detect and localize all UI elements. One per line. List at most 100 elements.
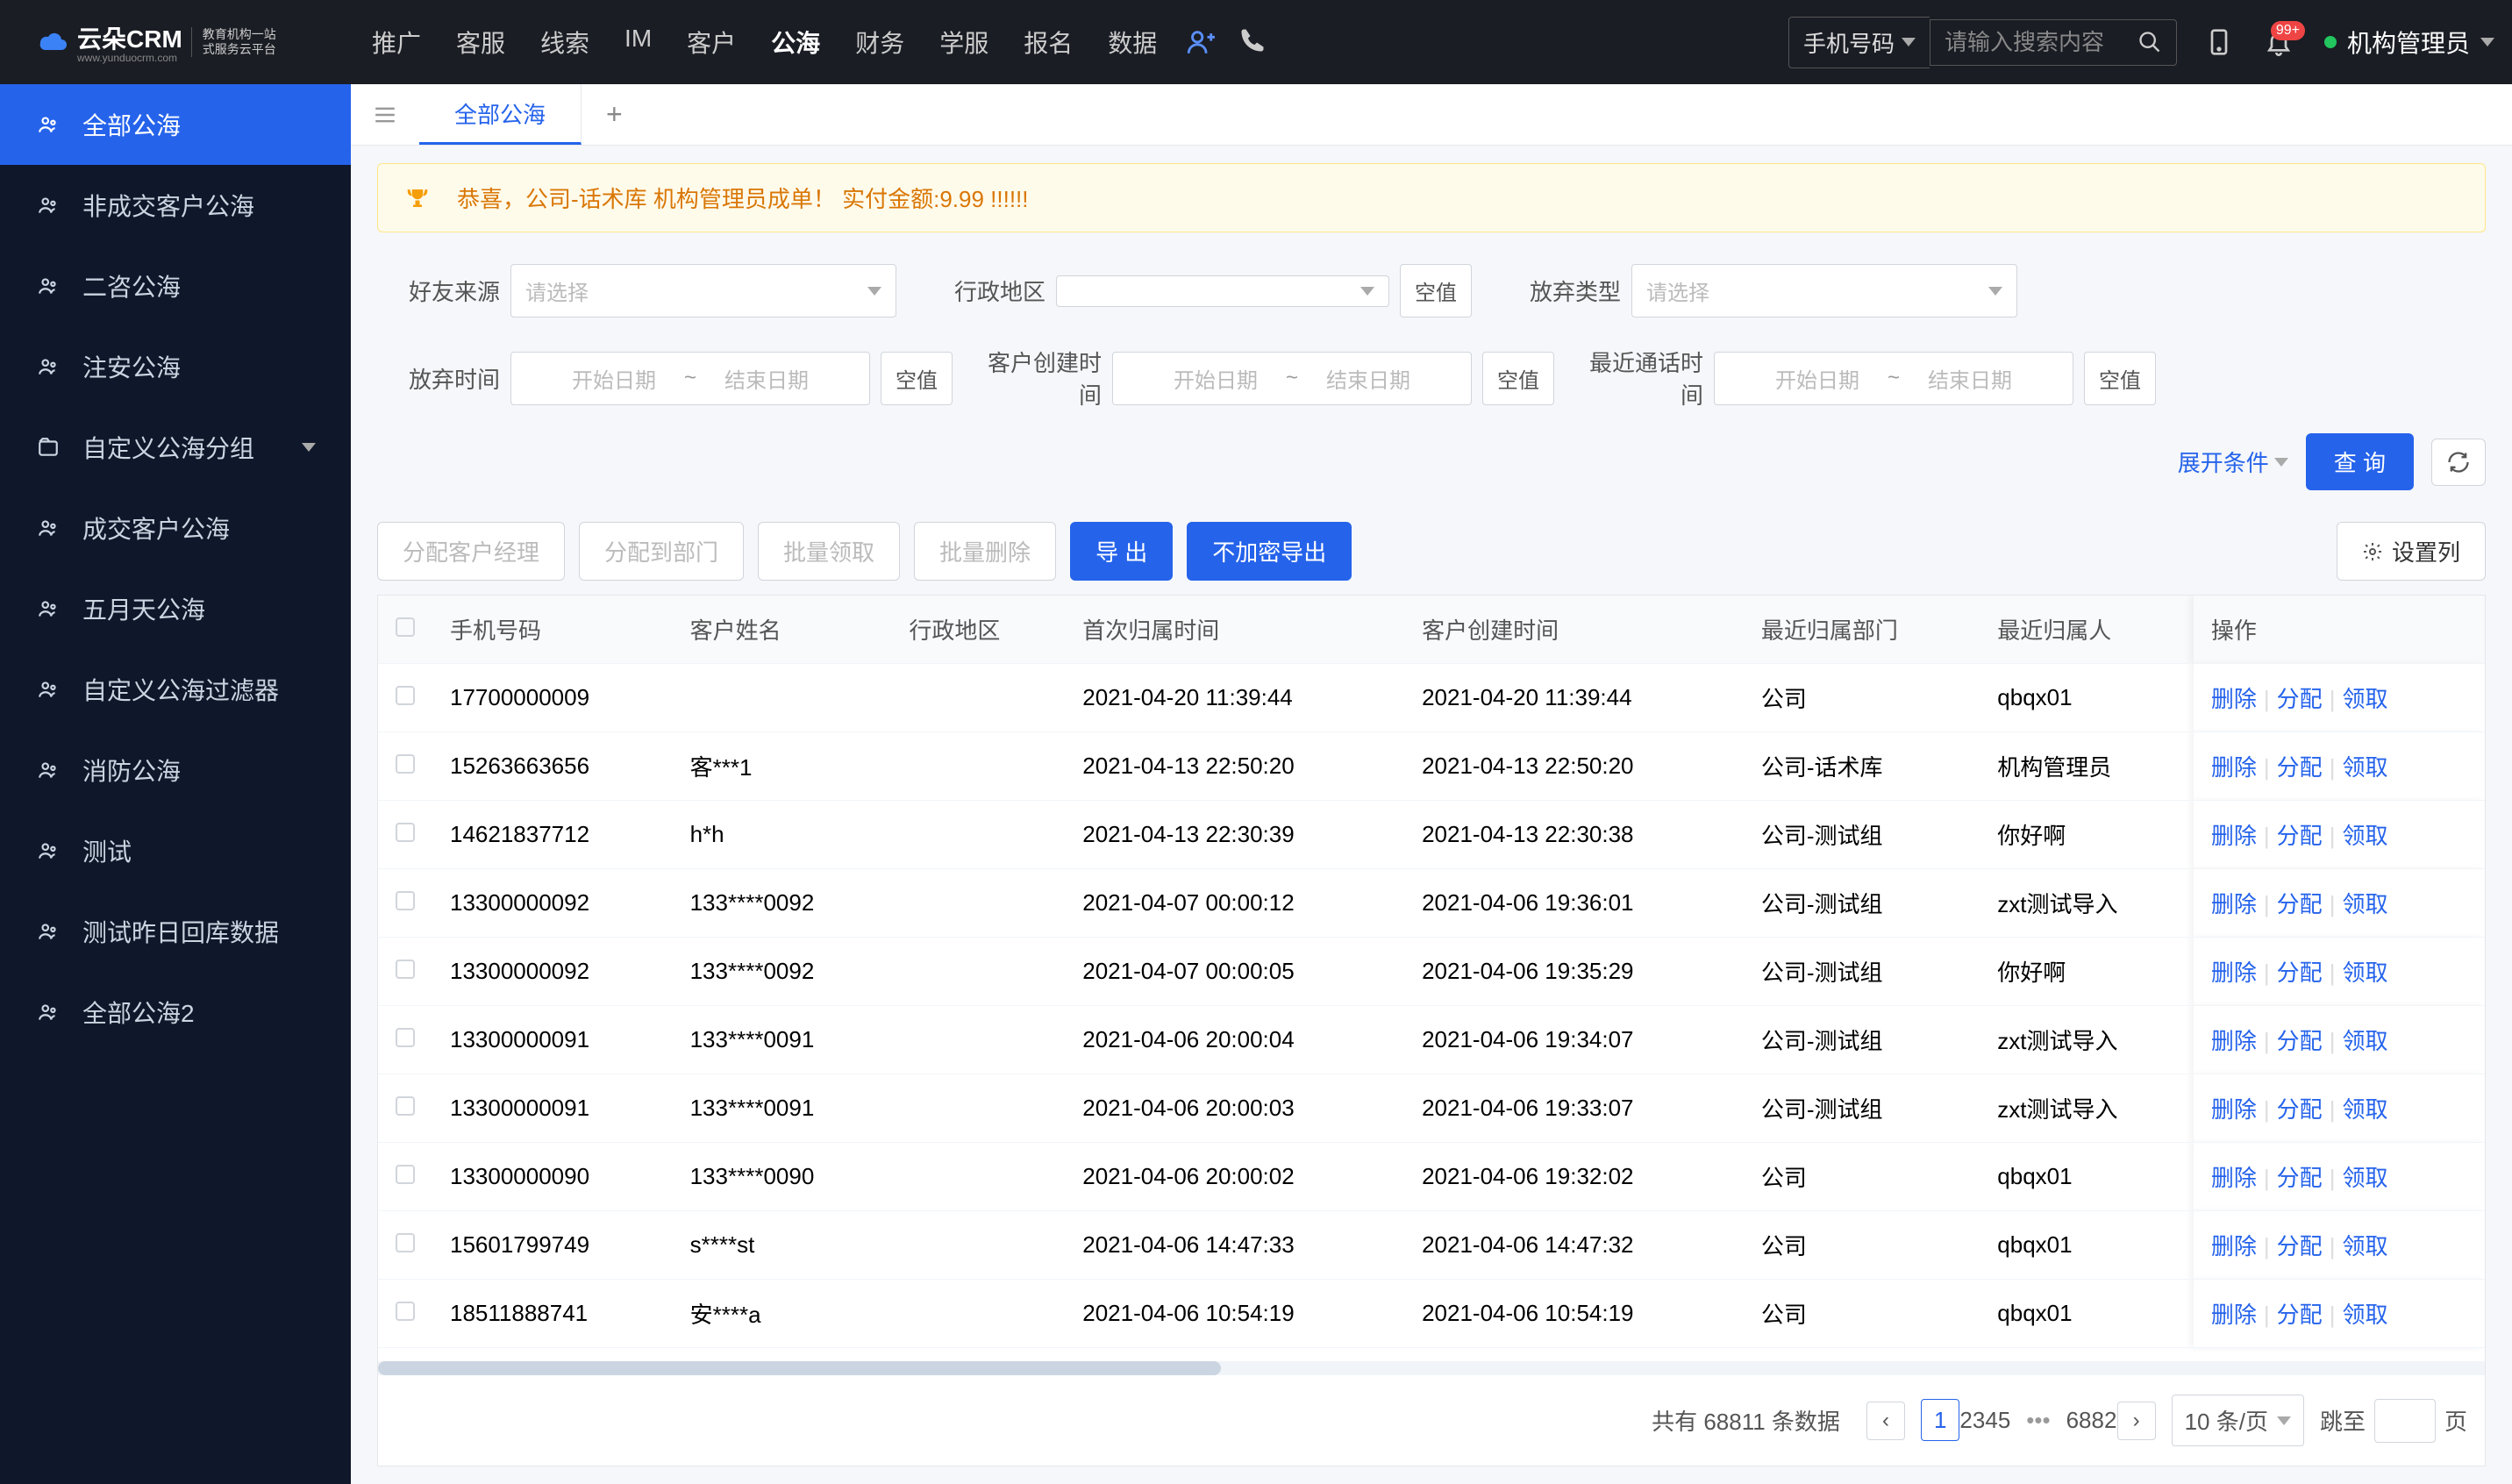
op-assign[interactable]: 分配 (2277, 1096, 2323, 1123)
op-delete[interactable]: 删除 (2211, 1302, 2257, 1328)
row-checkbox[interactable] (396, 686, 415, 705)
tab-add-icon[interactable]: + (582, 98, 647, 131)
add-user-icon[interactable] (1185, 27, 1215, 57)
filter-last-call-empty[interactable]: 空值 (2084, 352, 2156, 405)
op-delete[interactable]: 删除 (2211, 1233, 2257, 1259)
sidebar-item[interactable]: 全部公海 (0, 84, 351, 165)
op-claim[interactable]: 领取 (2342, 686, 2387, 712)
row-checkbox[interactable] (396, 891, 415, 910)
row-checkbox[interactable] (396, 1233, 415, 1252)
assign-department-button[interactable]: 分配到部门 (579, 522, 744, 581)
filter-abandon-time-range[interactable]: 开始日期 ~ 结束日期 (510, 352, 870, 405)
filter-create-time-empty[interactable]: 空值 (1482, 352, 1554, 405)
op-assign[interactable]: 分配 (2277, 1233, 2323, 1259)
row-checkbox[interactable] (396, 1028, 415, 1047)
page-last[interactable]: 6882 (2066, 1407, 2102, 1434)
op-claim[interactable]: 领取 (2342, 1302, 2387, 1328)
op-assign[interactable]: 分配 (2277, 1165, 2323, 1191)
nav-item[interactable]: 学服 (936, 18, 992, 67)
op-claim[interactable]: 领取 (2342, 1233, 2387, 1259)
sidebar-item[interactable]: 成交客户公海 (0, 488, 351, 568)
page-number[interactable]: 1 (1921, 1399, 1959, 1441)
notifications-icon[interactable]: 99+ (2265, 28, 2293, 56)
page-next-button[interactable]: › (2117, 1402, 2156, 1440)
nav-item[interactable]: 线索 (537, 18, 593, 67)
row-checkbox[interactable] (396, 1302, 415, 1321)
op-assign[interactable]: 分配 (2277, 1028, 2323, 1054)
tabs-collapse-icon[interactable] (351, 104, 419, 125)
op-delete[interactable]: 删除 (2211, 1028, 2257, 1054)
sidebar-item[interactable]: 非成交客户公海 (0, 165, 351, 246)
op-assign[interactable]: 分配 (2277, 1302, 2323, 1328)
filter-region-empty[interactable]: 空值 (1400, 264, 1472, 317)
op-delete[interactable]: 删除 (2211, 960, 2257, 986)
op-delete[interactable]: 删除 (2211, 686, 2257, 712)
op-assign[interactable]: 分配 (2277, 686, 2323, 712)
row-checkbox[interactable] (396, 1165, 415, 1184)
op-assign[interactable]: 分配 (2277, 891, 2323, 917)
nav-item[interactable]: 财务 (852, 18, 908, 67)
nav-item[interactable]: 数据 (1104, 18, 1160, 67)
page-size-select[interactable]: 10 条/页 (2172, 1395, 2304, 1446)
nav-item[interactable]: 客户 (683, 18, 739, 67)
op-delete[interactable]: 删除 (2211, 1165, 2257, 1191)
nav-item[interactable]: 客服 (453, 18, 509, 67)
logo[interactable]: 云朵CRM www.yunduocrm.com 教育机构一站 式服务云平台 (0, 20, 351, 64)
set-columns-button[interactable]: 设置列 (2337, 522, 2486, 581)
op-claim[interactable]: 领取 (2342, 1165, 2387, 1191)
search-type-select[interactable]: 手机号码 (1788, 17, 1930, 68)
horizontal-scrollbar[interactable] (378, 1361, 2485, 1375)
filter-last-call-range[interactable]: 开始日期 ~ 结束日期 (1714, 352, 2073, 405)
batch-delete-button[interactable]: 批量删除 (914, 522, 1056, 581)
user-menu[interactable]: 机构管理员 (2324, 25, 2494, 60)
sidebar-item[interactable]: 消防公海 (0, 730, 351, 810)
op-assign[interactable]: 分配 (2277, 754, 2323, 781)
op-assign[interactable]: 分配 (2277, 960, 2323, 986)
nav-item[interactable]: 公海 (767, 18, 824, 67)
sidebar-item[interactable]: 自定义公海过滤器 (0, 649, 351, 730)
row-checkbox[interactable] (396, 960, 415, 979)
nav-item[interactable]: 报名 (1020, 18, 1076, 67)
nav-item[interactable]: IM (621, 18, 655, 67)
batch-claim-button[interactable]: 批量领取 (758, 522, 900, 581)
search-icon[interactable] (2137, 30, 2162, 54)
query-button[interactable]: 查 询 (2306, 433, 2414, 490)
filter-region-select[interactable] (1056, 275, 1389, 307)
select-all-checkbox[interactable] (396, 617, 415, 637)
export-plain-button[interactable]: 不加密导出 (1187, 522, 1352, 581)
op-delete[interactable]: 删除 (2211, 1096, 2257, 1123)
page-number[interactable]: 2 (1959, 1407, 1972, 1433)
filter-create-time-range[interactable]: 开始日期 ~ 结束日期 (1112, 352, 1472, 405)
search-input[interactable] (1945, 29, 2137, 56)
row-checkbox[interactable] (396, 754, 415, 774)
sidebar-item[interactable]: 全部公海2 (0, 972, 351, 1052)
nav-item[interactable]: 推广 (368, 18, 425, 67)
op-delete[interactable]: 删除 (2211, 754, 2257, 781)
filter-abandon-type-select[interactable]: 请选择 (1631, 264, 2017, 317)
op-claim[interactable]: 领取 (2342, 960, 2387, 986)
page-number[interactable]: 4 (1985, 1407, 1997, 1433)
sidebar-item[interactable]: 五月天公海 (0, 568, 351, 649)
op-claim[interactable]: 领取 (2342, 1028, 2387, 1054)
page-jump-input[interactable] (2374, 1399, 2436, 1443)
page-number[interactable]: 5 (1998, 1407, 2010, 1433)
export-button[interactable]: 导 出 (1070, 522, 1173, 581)
filter-abandon-time-empty[interactable]: 空值 (881, 352, 953, 405)
phone-icon[interactable] (1239, 27, 1266, 57)
page-number[interactable]: 3 (1973, 1407, 1985, 1433)
sidebar-item[interactable]: 自定义公海分组 (0, 407, 351, 488)
row-checkbox[interactable] (396, 823, 415, 842)
mobile-icon[interactable] (2205, 28, 2233, 56)
refresh-button[interactable] (2431, 439, 2486, 486)
op-claim[interactable]: 领取 (2342, 754, 2387, 781)
sidebar-item[interactable]: 二咨公海 (0, 246, 351, 326)
op-claim[interactable]: 领取 (2342, 823, 2387, 849)
sidebar-item[interactable]: 测试 (0, 810, 351, 891)
assign-manager-button[interactable]: 分配客户经理 (377, 522, 565, 581)
sidebar-item[interactable]: 注安公海 (0, 326, 351, 407)
row-checkbox[interactable] (396, 1096, 415, 1116)
op-delete[interactable]: 删除 (2211, 891, 2257, 917)
expand-filters-link[interactable]: 展开条件 (2178, 446, 2288, 478)
page-prev-button[interactable]: ‹ (1866, 1402, 1905, 1440)
op-claim[interactable]: 领取 (2342, 891, 2387, 917)
